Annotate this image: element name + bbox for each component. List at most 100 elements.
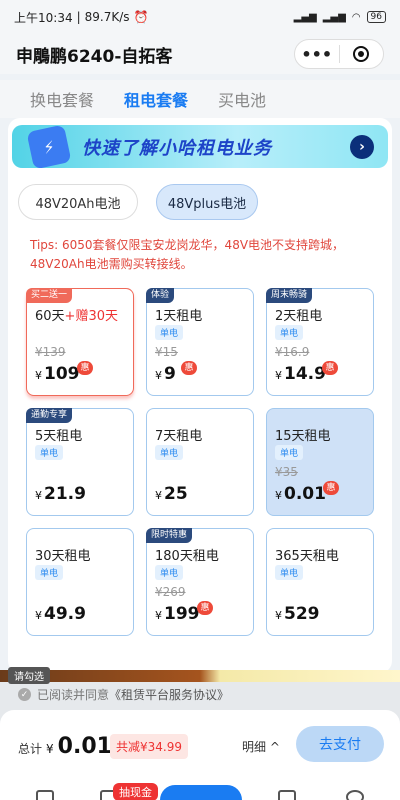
plan-original-price: ¥16.9 [275,345,310,359]
plan-name-bonus: +赠30天 [64,309,118,324]
plan-price: ¥9 [155,364,176,384]
status-bar: 上午10:34 | 89.7K/s ⏰ ▂▄▆ ▂▄▆ ◠ 96 [0,0,400,34]
plan-30-day[interactable]: 30天租电 单电 ¥49.9 [26,528,134,636]
tab-bar-peek: 抽现金 [0,783,400,800]
plan-name: 7天租电 [155,429,203,444]
plan-original-price: ¥15 [155,345,178,359]
price-value: 109 [44,364,80,384]
plan-180-day[interactable]: 限时特惠 180天租电 单电 ¥269 ¥199 惠 [146,528,254,636]
plan-price: ¥199 [155,604,200,624]
discount-badge: 惠 [181,361,197,375]
tab-rent-package[interactable]: 租电套餐 [124,87,188,111]
check-hint-tooltip: 请勾选 [8,667,50,684]
chevron-right-icon[interactable]: › [350,134,374,159]
plan-1-day[interactable]: 体验 1天租电 单电 ¥15 ¥9 惠 [146,288,254,396]
package-card: ⚡ 快速了解小哈租电业务 › 48V20Ah电池 48Vplus电池 Tips:… [8,118,392,673]
plan-tag: 周末畅骑 [266,288,313,303]
price-value: 199 [164,604,200,624]
plan-name: 30天租电 [35,549,91,564]
checkbox-icon[interactable]: ✓ [18,688,31,701]
plan-tag: 买二送一 [26,288,73,303]
plan-7-day[interactable]: 7天租电 单电 ¥25 [146,408,254,516]
plan-price: ¥529 [275,604,320,624]
cash-badge[interactable]: 抽现金 [113,783,158,800]
price-value: 25 [164,484,188,504]
plan-2-day[interactable]: 周末畅骑 2天租电 单电 ¥16.9 ¥14.9 惠 [266,288,374,396]
home-icon[interactable] [36,790,54,800]
wifi-icon: ◠ [351,11,361,23]
order-icon[interactable] [278,790,296,800]
battery-bolt-icon: ⚡ [26,125,72,168]
status-speed: 89.7K/s [84,10,130,24]
currency-symbol: ¥ [275,489,282,502]
profile-icon[interactable] [346,790,364,800]
plan-badge: 单电 [155,325,184,340]
alarm-icon: ⏰ [133,10,149,24]
price-value: 9 [164,364,176,384]
plan-badge: 单电 [155,445,184,460]
plan-name: 1天租电 [155,309,203,324]
discount-badge: 惠 [77,361,93,375]
plan-price: ¥21.9 [35,484,86,504]
status-separator: | [76,10,81,24]
plan-name: 2天租电 [275,309,323,324]
plan-badge: 单电 [275,445,304,460]
plan-price: ¥0.01 [275,484,326,504]
pay-button[interactable]: 去支付 [296,726,384,762]
saved-amount-badge: 共减¥34.99 [110,734,188,759]
plan-tag: 通勤专享 [26,408,73,423]
tips-text: Tips: 6050套餐仅限宝安龙岗龙华，48V电池不支持跨城，48V20Ah电… [30,238,345,271]
discount-badge: 惠 [197,601,213,615]
discount-badge: 惠 [322,361,338,375]
plan-badge: 单电 [275,325,304,340]
target-icon [353,46,370,62]
plan-original-price: ¥269 [155,585,186,599]
currency-symbol: ¥ [35,489,42,502]
plan-60-day[interactable]: 买二送一 60天+赠30天 ¥139 ¥109 惠 [26,288,134,396]
price-value: 14.9 [284,364,326,384]
plan-15-day[interactable]: 15天租电 单电 ¥35 ¥0.01 惠 [266,408,374,516]
banner-text: 快速了解小哈租电业务 [82,137,272,159]
plan-price: ¥49.9 [35,604,86,624]
signal-icon-2: ▂▄▆ [322,11,346,23]
price-value: 529 [284,604,320,624]
price-value: 0.01 [284,484,326,504]
plan-name: 15天租电 [275,429,331,444]
total-value: 0.01 [57,734,112,759]
plan-tag: 体验 [146,288,175,303]
scan-tab-button[interactable] [160,785,242,800]
currency-symbol: ¥ [35,609,42,622]
plan-name-days: 60天 [35,309,65,324]
more-dots-icon[interactable]: ••• [295,45,339,64]
tab-buy-battery[interactable]: 买电池 [218,87,266,111]
tab-swap-package[interactable]: 换电套餐 [30,87,94,111]
plan-badge: 单电 [155,565,184,580]
close-target-button[interactable] [340,46,384,62]
status-time: 上午10:34 [14,10,73,25]
title-bar: 申鵰鹏6240-自拓客 ••• [0,34,400,74]
plan-price: ¥109 [35,364,80,384]
plan-name: 180天租电 [155,549,219,564]
plan-price: ¥14.9 [275,364,326,384]
agreement-prefix: 已阅读并同意 [37,688,110,702]
plan-name: 365天租电 [275,549,339,564]
detail-toggle[interactable]: 明细 ^ [242,738,280,755]
currency-symbol: ¥ [275,369,282,382]
currency-symbol: ¥ [35,369,42,382]
battery-type-48v20ah[interactable]: 48V20Ah电池 [18,184,138,220]
signal-icon: ▂▄▆ [293,11,317,23]
total-currency: ¥ [46,742,54,756]
battery-type-48vplus[interactable]: 48Vplus电池 [156,184,258,220]
currency-symbol: ¥ [275,609,282,622]
plan-tag: 限时特惠 [146,528,193,543]
currency-symbol: ¥ [155,489,162,502]
intro-banner[interactable]: ⚡ 快速了解小哈租电业务 › [12,125,388,168]
status-right: ▂▄▆ ▂▄▆ ◠ 96 [294,11,386,23]
plan-5-day[interactable]: 通勤专享 5天租电 单电 ¥21.9 [26,408,134,516]
agreement-link[interactable]: 《租赁平台服务协议》 [109,686,229,703]
agreement-row[interactable]: ✓ 已阅读并同意 《租赁平台服务协议》 [18,686,229,703]
plan-badge: 单电 [275,565,304,580]
plan-badge: 单电 [35,445,64,460]
miniapp-capsule: ••• [294,39,384,69]
plan-365-day[interactable]: 365天租电 单电 ¥529 [266,528,374,636]
